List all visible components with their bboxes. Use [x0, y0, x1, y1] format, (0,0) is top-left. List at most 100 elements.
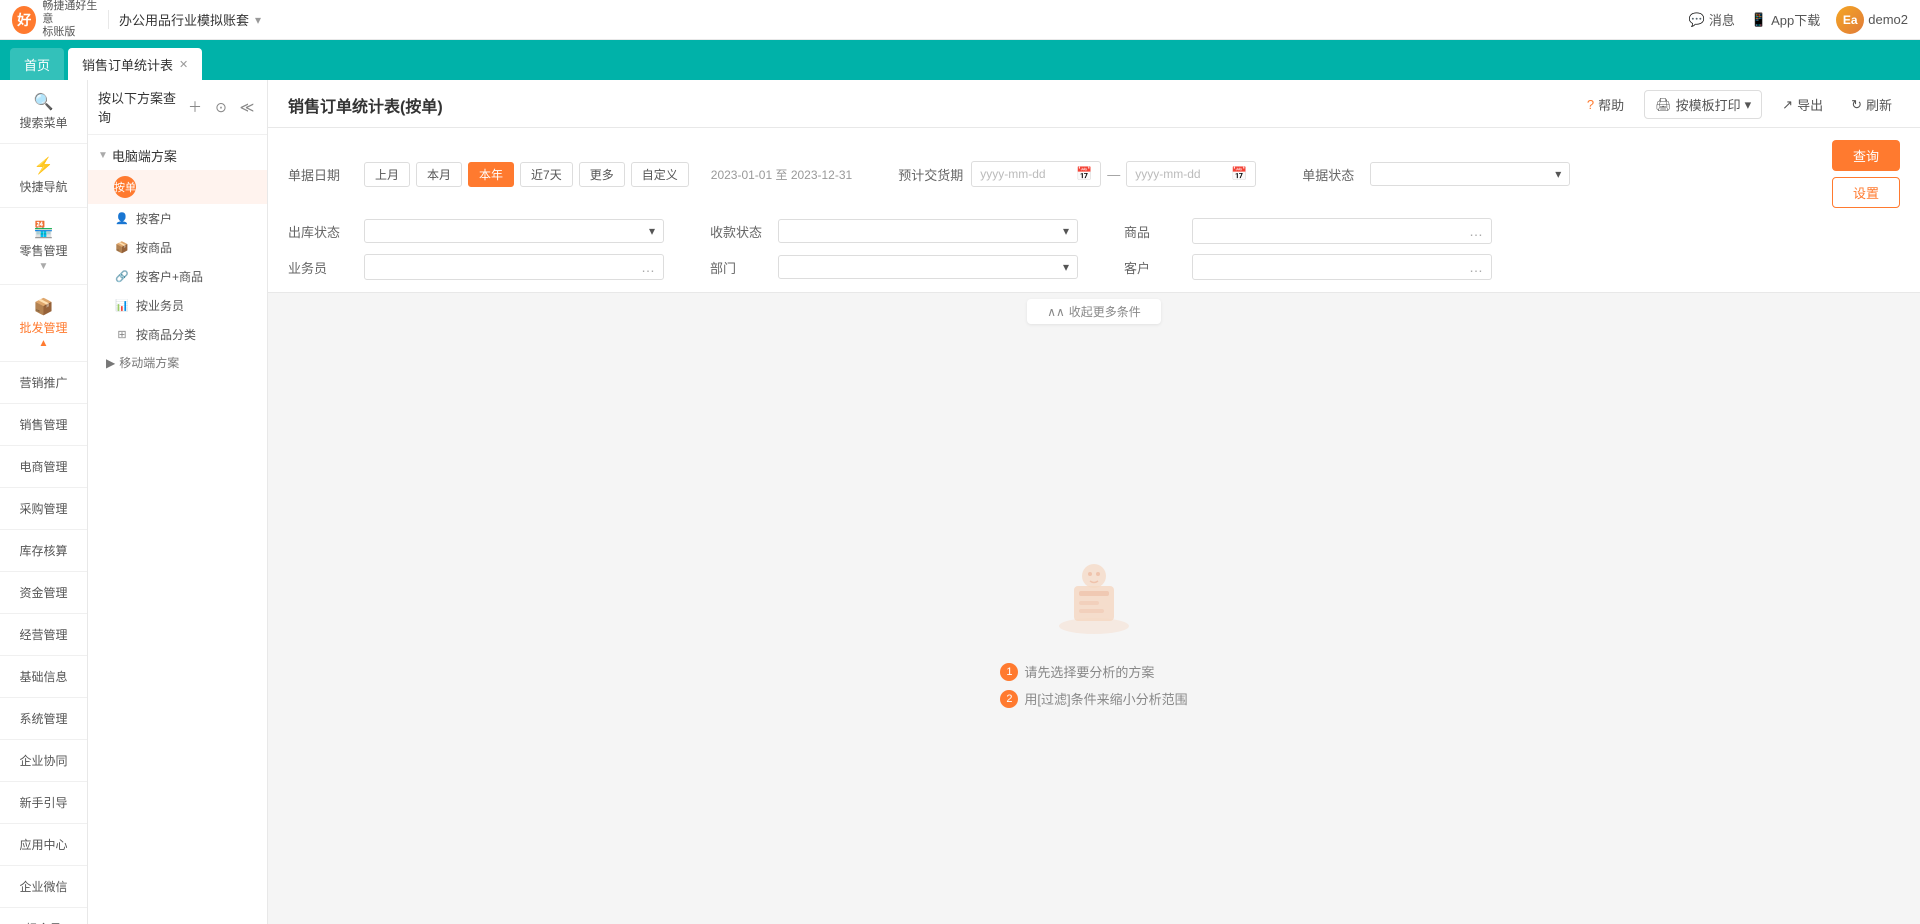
sidebar-item-enterprise[interactable]: 企业协同 — [0, 740, 87, 782]
scheme-item-按客户[interactable]: 👤 按客户 — [88, 204, 267, 233]
expected-date-group: yyyy-mm-dd 📅 — yyyy-mm-dd 📅 — [971, 161, 1256, 187]
help-button[interactable]: ? 帮助 — [1579, 91, 1632, 118]
sidebar-item-quick-nav[interactable]: ⚡ 快捷导航 — [0, 144, 87, 208]
scheme-settings-icon[interactable]: ⊙ — [211, 97, 231, 117]
scheme-item-按商品分类[interactable]: ⊞ 按商品分类 — [88, 320, 267, 349]
tip-num-1: 1 — [1000, 663, 1018, 681]
scheme-item-按客户+商品[interactable]: 🔗 按客户+商品 — [88, 262, 267, 291]
app-download-button[interactable]: 📱 App下载 — [1751, 10, 1820, 29]
avatar: Ea — [1836, 6, 1864, 34]
retail-arrow-icon: ▼ — [39, 261, 49, 272]
filter-row-1: 单据日期 上月 本月 本年 近7天 更多 自定义 2023-01-01 至 20… — [288, 140, 1900, 208]
template-print-button[interactable]: 🖨 按模板打印 ▾ — [1644, 90, 1762, 119]
scheme-group-desktop: ▼ 电脑端方案 按单 👤 按客户 📦 按商品 🔗 — [88, 141, 267, 349]
sidebar-item-purchase[interactable]: 采购管理 — [0, 488, 87, 530]
salesperson-more-icon[interactable]: … — [641, 259, 655, 275]
mobile-expand-icon: ▶ — [106, 356, 115, 370]
empty-state: 1 请先选择要分析的方案 2 用[过滤]条件来缩小分析范围 — [268, 330, 1920, 924]
sidebar-item-finance[interactable]: 资金管理 — [0, 572, 87, 614]
date-btn-this-month[interactable]: 本月 — [416, 162, 462, 187]
print-icon: 🖨 — [1655, 97, 1672, 113]
receipt-label: 收款状态 — [710, 222, 770, 241]
sidebar-item-system[interactable]: 系统管理 — [0, 698, 87, 740]
refresh-icon: ↻ — [1851, 97, 1862, 113]
date-btn-7days[interactable]: 近7天 — [520, 162, 573, 187]
tab-home[interactable]: 首页 — [10, 48, 64, 80]
expand-icon: ▼ — [98, 150, 108, 161]
scheme-item-按单[interactable]: 按单 — [88, 170, 267, 204]
user-profile[interactable]: Ea demo2 — [1836, 6, 1908, 34]
collapse-button[interactable]: ∧∧ 收起更多条件 — [1027, 299, 1161, 324]
help-icon: ? — [1587, 97, 1594, 112]
scheme-group-mobile-header[interactable]: ▶ 移动端方案 — [88, 349, 267, 376]
date-btn-more[interactable]: 更多 — [579, 162, 625, 187]
sidebar-item-basic[interactable]: 基础信息 — [0, 656, 87, 698]
sidebar-item-newuser[interactable]: 新手引导 — [0, 782, 87, 824]
settings-button[interactable]: 设置 — [1832, 177, 1900, 208]
export-button[interactable]: ↗ 导出 — [1774, 91, 1831, 118]
receipt-select[interactable]: ▾ — [778, 219, 1078, 243]
date-btn-last-month[interactable]: 上月 — [364, 162, 410, 187]
scheme-collapse-icon[interactable]: ≪ — [237, 97, 257, 117]
breadcrumb[interactable]: 办公用品行业模拟账套 ▾ — [108, 10, 1681, 29]
grid-icon: ⊞ — [114, 327, 130, 343]
empty-illustration — [1044, 546, 1144, 646]
goods-input[interactable]: … — [1192, 218, 1492, 244]
active-scheme-dot: 按单 — [114, 176, 136, 198]
date-btn-custom[interactable]: 自定义 — [631, 162, 689, 187]
sidebar-item-marketing[interactable]: 营销推广 — [0, 362, 87, 404]
goods-label: 商品 — [1124, 222, 1184, 241]
scheme-item-按商品[interactable]: 📦 按商品 — [88, 233, 267, 262]
status-select[interactable]: ▾ — [1370, 162, 1570, 186]
customer-more-icon[interactable]: … — [1469, 259, 1483, 275]
dept-select[interactable]: ▾ — [778, 255, 1078, 279]
logo-text: 畅捷通好生意 标账版 — [42, 0, 100, 39]
query-button[interactable]: 查询 — [1832, 140, 1900, 171]
sidebar-item-sales[interactable]: 销售管理 — [0, 404, 87, 446]
customer-input[interactable]: … — [1192, 254, 1492, 280]
delivery-select[interactable]: ▾ — [364, 219, 664, 243]
top-right-area: 💬 消息 📱 App下载 Ea demo2 — [1689, 6, 1908, 34]
goods-more-icon[interactable]: … — [1469, 223, 1483, 239]
date-btn-this-year[interactable]: 本年 — [468, 162, 514, 187]
filter-row-3: 业务员 … 部门 ▾ 客户 — [288, 254, 1900, 280]
nav-tabs: 首页 销售订单统计表 ✕ — [0, 40, 1920, 80]
sidebar-item-operations[interactable]: 经营管理 — [0, 614, 87, 656]
page-title-row: 销售订单统计表(按单) ? 帮助 🖨 按模板打印 ▾ ↗ — [288, 90, 1900, 127]
print-dropdown-icon: ▾ — [1745, 97, 1752, 113]
expected-date-from[interactable]: yyyy-mm-dd 📅 — [971, 161, 1101, 187]
sidebar-item-member[interactable]: 畅会员 — [0, 908, 87, 924]
top-bar: 好 畅捷通好生意 标账版 办公用品行业模拟账套 ▾ 💬 消息 📱 App下载 E… — [0, 0, 1920, 40]
refresh-button[interactable]: ↻ 刷新 — [1843, 91, 1900, 118]
sidebar-item-inventory[interactable]: 库存核算 — [0, 530, 87, 572]
calendar-from-icon: 📅 — [1076, 166, 1092, 182]
sidebar-item-wxwork[interactable]: 企业微信 — [0, 866, 87, 908]
receipt-select-arrow: ▾ — [1063, 224, 1069, 238]
salesperson-input[interactable]: … — [364, 254, 664, 280]
empty-tip-1: 1 请先选择要分析的方案 — [1000, 662, 1187, 681]
sidebar-item-search[interactable]: 🔍 搜索菜单 — [0, 80, 87, 144]
tab-sales-stats[interactable]: 销售订单统计表 ✕ — [68, 48, 202, 80]
box-icon: 📦 — [114, 240, 130, 256]
sidebar-item-wholesale[interactable]: 📦 批发管理 ▲ — [0, 285, 87, 362]
dept-select-arrow: ▾ — [1063, 260, 1069, 274]
quick-nav-icon: ⚡ — [34, 156, 54, 176]
scheme-group-desktop-header[interactable]: ▼ 电脑端方案 — [88, 141, 267, 170]
expected-date-label: 预计交货期 — [898, 165, 963, 184]
expected-date-to[interactable]: yyyy-mm-dd 📅 — [1126, 161, 1256, 187]
tab-close-icon[interactable]: ✕ — [179, 58, 188, 71]
message-button[interactable]: 💬 消息 — [1689, 10, 1735, 29]
sidebar-item-ecommerce[interactable]: 电商管理 — [0, 446, 87, 488]
filter-area: 单据日期 上月 本月 本年 近7天 更多 自定义 2023-01-01 至 20… — [268, 128, 1920, 293]
scheme-item-按业务员[interactable]: 📊 按业务员 — [88, 291, 267, 320]
scheme-add-icon[interactable]: ＋ — [185, 97, 205, 117]
main-layout: 🔍 搜索菜单 ⚡ 快捷导航 🏪 零售管理 ▼ 📦 批发管理 ▲ 营销推广 销售管… — [0, 80, 1920, 924]
combo-icon: 🔗 — [114, 269, 130, 285]
status-select-arrow: ▾ — [1555, 167, 1561, 181]
sidebar-item-appcenter[interactable]: 应用中心 — [0, 824, 87, 866]
scheme-header: 按以下方案查询 ＋ ⊙ ≪ — [88, 80, 267, 135]
sidebar: 🔍 搜索菜单 ⚡ 快捷导航 🏪 零售管理 ▼ 📦 批发管理 ▲ 营销推广 销售管… — [0, 80, 88, 924]
person-icon: 👤 — [114, 211, 130, 227]
sidebar-item-retail[interactable]: 🏪 零售管理 ▼ — [0, 208, 87, 285]
dept-label: 部门 — [710, 258, 770, 277]
